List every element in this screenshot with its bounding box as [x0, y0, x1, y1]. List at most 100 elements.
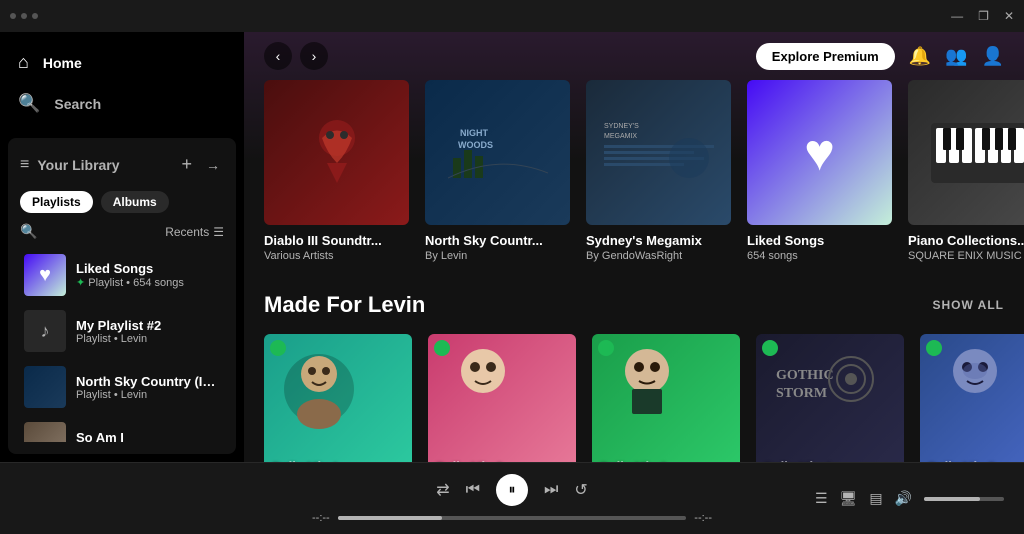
- album-card[interactable]: NIGHT WOODS North Sky Countr... By Levin: [425, 80, 570, 262]
- album-sub: By Levin: [425, 250, 570, 262]
- maximize-button[interactable]: ❐: [978, 9, 989, 23]
- library-icon: ≡: [20, 156, 29, 174]
- next-button[interactable]: ⏭: [544, 481, 558, 499]
- north-sky-album-cover: NIGHT WOODS: [425, 80, 570, 225]
- daily-mix-4-cover: GOTHIC STORM Daily Mix 4: [756, 334, 904, 462]
- daily-mix-2-cover: Daily Mix 2: [428, 334, 576, 462]
- library-search-row: 🔍 Recents ☰: [20, 223, 224, 240]
- svg-text:SYDNEY'S: SYDNEY'S: [604, 123, 639, 130]
- filter-albums[interactable]: Albums: [101, 191, 169, 213]
- daily-mix-5-cover: Daily Mix 5: [920, 334, 1024, 462]
- expand-library-button[interactable]: →: [202, 153, 224, 177]
- library-item-sub: ✦ Playlist • 654 songs: [76, 276, 220, 289]
- add-library-button[interactable]: +: [177, 150, 196, 179]
- volume-bar-fill: [924, 497, 980, 501]
- library-item-sub: Playlist • Levin: [76, 333, 220, 345]
- daily-mix-card[interactable]: GOTHIC STORM Daily Mix 4 Daily Mix 4 Got…: [756, 334, 904, 462]
- list-item[interactable]: ♪ My Playlist #2 Playlist • Levin: [20, 304, 224, 358]
- library-search-button[interactable]: 🔍: [20, 223, 37, 240]
- library-item-name: So Am I: [76, 430, 220, 443]
- minimize-button[interactable]: —: [951, 9, 963, 23]
- lyrics-button[interactable]: ▤: [869, 490, 882, 507]
- album-sub: Various Artists: [264, 250, 409, 262]
- list-item[interactable]: North Sky Country (In-Game) Playlist • L…: [20, 360, 224, 414]
- so-am-i-thumb: [24, 422, 66, 442]
- previous-button[interactable]: ⏮: [466, 481, 480, 499]
- library-item-info: My Playlist #2 Playlist • Levin: [76, 318, 220, 345]
- sidebar: ⌂ Home 🔍 Search ≡ Your Library + → Pl: [0, 32, 244, 462]
- daily-mix-card[interactable]: Daily Mix 2 Daily Mix 2 ROZEN, Nobuo Uem…: [428, 334, 576, 462]
- content-area: ‹ › Explore Premium 🔔 👥 👤: [244, 32, 1024, 462]
- devices-button[interactable]: 🖥: [840, 490, 858, 507]
- titlebar-controls: — ❐ ✕: [951, 9, 1014, 23]
- topbar-right: Explore Premium 🔔 👥 👤: [756, 43, 1004, 70]
- library-item-sub: Playlist • Levin: [76, 389, 220, 401]
- library-item-info: So Am I Album • Kurt Hugo Schneider: [76, 430, 220, 443]
- user-icon[interactable]: 👤: [982, 46, 1004, 67]
- sort-list-icon: ☰: [213, 225, 224, 239]
- daily-mix-card[interactable]: Daily Mix 5 Daily Mix 5 Darren Korb, Chr…: [920, 334, 1024, 462]
- library-item-name: My Playlist #2: [76, 318, 220, 333]
- volume-icon[interactable]: 🔊: [895, 490, 912, 507]
- sydney-cover-art: SYDNEY'S MEGAMIX: [586, 80, 731, 225]
- diablo-art: [297, 113, 377, 193]
- library-sort[interactable]: Recents ☰: [165, 225, 224, 239]
- library-actions: + →: [177, 150, 224, 179]
- titlebar: — ❐ ✕: [0, 0, 1024, 32]
- back-button[interactable]: ‹: [264, 42, 292, 70]
- north-sky-thumb: [24, 366, 66, 408]
- explore-premium-button[interactable]: Explore Premium: [756, 43, 895, 70]
- album-title: Piano Collections...: [908, 233, 1024, 248]
- album-card[interactable]: Diablo III Soundtr... Various Artists: [264, 80, 409, 262]
- notifications-icon[interactable]: 🔔: [909, 46, 931, 67]
- liked-songs-thumb: ♥: [24, 254, 66, 296]
- sidebar-item-search[interactable]: 🔍 Search: [0, 83, 244, 124]
- repeat-button[interactable]: ↺: [574, 480, 587, 500]
- close-button[interactable]: ✕: [1004, 9, 1014, 23]
- titlebar-dots: [10, 13, 38, 19]
- album-sub: By GendoWasRight: [586, 250, 731, 262]
- daily-mix-card[interactable]: Daily Mix 1 Daily Mix 1 Josh Whelchel, K…: [264, 334, 412, 462]
- playlist-thumb: ♪: [24, 310, 66, 352]
- queue-button[interactable]: ☰: [815, 490, 828, 507]
- volume-bar[interactable]: [924, 497, 1004, 501]
- total-time: --:--: [694, 512, 712, 524]
- show-all-button[interactable]: Show all: [932, 298, 1004, 312]
- home-icon: ⌂: [18, 52, 29, 73]
- sidebar-item-home[interactable]: ⌂ Home: [0, 42, 244, 83]
- album-title: North Sky Countr...: [425, 233, 570, 248]
- player-bar: ⇄ ⏮ ⏸ ⏭ ↺ --:-- --:-- ☰ 🖥 ▤ 🔊: [0, 462, 1024, 534]
- titlebar-dot: [10, 13, 16, 19]
- friends-icon[interactable]: 👥: [945, 46, 967, 67]
- dm5-art: [930, 339, 1020, 429]
- daily-mix-3-cover: Daily Mix 3: [592, 334, 740, 462]
- current-time: --:--: [312, 512, 330, 524]
- progress-bar[interactable]: [338, 516, 687, 520]
- forward-button[interactable]: ›: [300, 42, 328, 70]
- player-buttons: ⇄ ⏮ ⏸ ⏭ ↺: [436, 474, 588, 506]
- scroll-content[interactable]: Diablo III Soundtr... Various Artists NI…: [244, 80, 1024, 462]
- filter-pills: Playlists Albums: [20, 191, 224, 213]
- library-item-name: Liked Songs: [76, 261, 220, 276]
- topbar: ‹ › Explore Premium 🔔 👥 👤: [244, 32, 1024, 80]
- daily-mix-label: Daily Mix 4: [764, 459, 831, 462]
- album-sub: 654 songs: [747, 250, 892, 262]
- player-progress: --:-- --:--: [312, 512, 712, 524]
- pause-button[interactable]: ⏸: [496, 474, 528, 506]
- svg-text:MEGAMIX: MEGAMIX: [604, 133, 637, 140]
- list-item[interactable]: So Am I Album • Kurt Hugo Schneider: [20, 416, 224, 442]
- library-item-info: Liked Songs ✦ Playlist • 654 songs: [76, 261, 220, 289]
- filter-playlists[interactable]: Playlists: [20, 191, 93, 213]
- daily-mix-row: Daily Mix 1 Daily Mix 1 Josh Whelchel, K…: [264, 334, 1004, 462]
- album-title: Sydney's Megamix: [586, 233, 731, 248]
- list-item[interactable]: ♥ Liked Songs ✦ Playlist • 654 songs: [20, 248, 224, 302]
- album-card[interactable]: ♥ Liked Songs 654 songs: [747, 80, 892, 262]
- dm3-art: [602, 339, 692, 429]
- album-card[interactable]: Piano Collections... SQUARE ENIX MUSIC: [908, 80, 1024, 262]
- daily-mix-card[interactable]: Daily Mix 3 Daily Mix 3 Darren Ang, Mich…: [592, 334, 740, 462]
- shuffle-button[interactable]: ⇄: [436, 480, 449, 500]
- sidebar-search-label: Search: [54, 96, 101, 112]
- svg-text:WOODS: WOODS: [458, 140, 493, 150]
- svg-text:GOTHIC: GOTHIC: [776, 368, 834, 383]
- album-card[interactable]: SYDNEY'S MEGAMIX Sydney's Megamix By Gen…: [586, 80, 731, 262]
